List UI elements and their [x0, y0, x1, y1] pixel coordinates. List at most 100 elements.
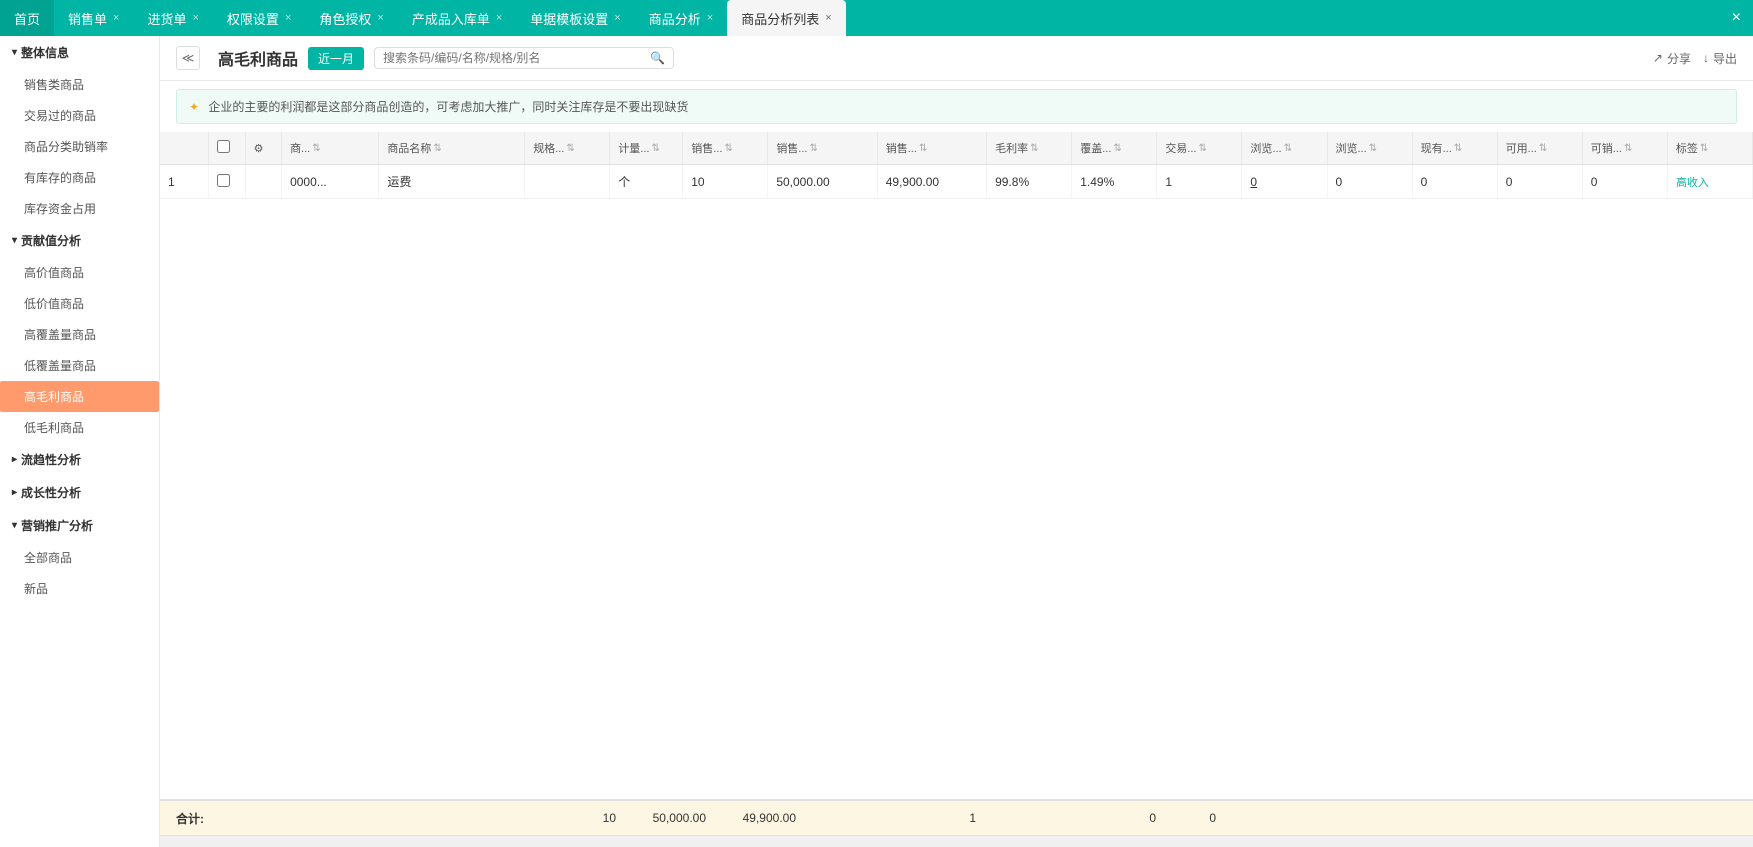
sidebar-group-label: 贡献值分析	[21, 232, 81, 249]
footer-transactions: 1	[924, 811, 984, 825]
collapse-sidebar-button[interactable]: ≪	[176, 46, 200, 70]
sort-icon-views2[interactable]: ⇅	[1369, 143, 1377, 154]
settings-icon[interactable]: ⚙	[254, 143, 264, 155]
col-header-checkbox[interactable]	[209, 132, 245, 165]
sort-icon-sales_profit[interactable]: ⇅	[919, 143, 927, 154]
footer-sales-profit: 49,900.00	[714, 811, 804, 825]
cell-views1[interactable]: 0	[1242, 165, 1327, 199]
table-row: 10000...运费个1050,000.0049,900.0099.8%1.49…	[160, 165, 1753, 199]
sidebar-group-营销推广分析[interactable]: ▾营销推广分析	[0, 509, 159, 542]
col-header-stock_available: 可用...⇅	[1497, 132, 1582, 165]
col-header-settings[interactable]: ⚙	[245, 132, 281, 165]
nav-close-icon[interactable]: ×	[377, 12, 383, 24]
sort-icon-spec[interactable]: ⇅	[566, 143, 574, 154]
table-container[interactable]: ⚙商...⇅商品名称⇅规格...⇅计量...⇅销售...⇅销售...⇅销售...…	[160, 132, 1753, 799]
sidebar-group-贡献值分析[interactable]: ▾贡献值分析	[0, 224, 159, 257]
nav-item-首页[interactable]: 首页	[0, 0, 54, 36]
sidebar-item-全部商品[interactable]: 全部商品	[0, 542, 159, 573]
sort-icon-name[interactable]: ⇅	[433, 143, 441, 154]
cell-tag: 高收入	[1667, 165, 1752, 199]
col-label-code: 商...	[290, 140, 310, 156]
col-header-spec: 规格...⇅	[525, 132, 610, 165]
sort-icon-sales_qty[interactable]: ⇅	[724, 143, 732, 154]
sidebar-group-成长性分析[interactable]: ▸成长性分析	[0, 476, 159, 509]
sort-icon-stock_saleable[interactable]: ⇅	[1624, 143, 1632, 154]
sidebar-group-label: 营销推广分析	[21, 517, 93, 534]
sidebar-group-整体信息[interactable]: ▾整体信息	[0, 36, 159, 69]
nav-item-商品分析列表[interactable]: 商品分析列表×	[727, 0, 845, 36]
nav-item-商品分析[interactable]: 商品分析×	[635, 0, 727, 36]
sort-icon-sales_amount[interactable]: ⇅	[809, 143, 817, 154]
col-label-coverage: 覆盖...	[1080, 140, 1111, 156]
sidebar-group-label: 整体信息	[21, 44, 69, 61]
sort-icon-coverage[interactable]: ⇅	[1113, 143, 1121, 154]
sidebar-item-有库存的商品[interactable]: 有库存的商品	[0, 162, 159, 193]
sort-icon-transactions[interactable]: ⇅	[1198, 143, 1206, 154]
col-label-views2: 浏览...	[1336, 140, 1367, 156]
sort-icon-gross_margin[interactable]: ⇅	[1030, 143, 1038, 154]
footer-stock-current: 0	[1104, 811, 1164, 825]
nav-item-进货单[interactable]: 进货单×	[133, 0, 212, 36]
select-all-checkbox[interactable]	[217, 140, 230, 153]
content-header: ≪ 高毛利商品 近一月 🔍 ↗ 分享 ↓ 导出	[160, 36, 1753, 81]
col-label-transactions: 交易...	[1165, 140, 1196, 156]
export-button[interactable]: ↓ 导出	[1703, 50, 1737, 67]
views-link[interactable]: 0	[1250, 175, 1257, 189]
sidebar-item-销售类商品[interactable]: 销售类商品	[0, 69, 159, 100]
row-checkbox[interactable]	[217, 174, 230, 187]
nav-close-icon[interactable]: ×	[496, 12, 502, 24]
sidebar-item-高覆盖量商品[interactable]: 高覆盖量商品	[0, 319, 159, 350]
sort-icon-code[interactable]: ⇅	[312, 143, 320, 154]
col-label-gross_margin: 毛利率	[995, 140, 1028, 156]
horizontal-scrollbar[interactable]	[160, 835, 1753, 847]
top-nav: 首页销售单×进货单×权限设置×角色授权×产成品入库单×单据模板设置×商品分析×商…	[0, 0, 1753, 36]
search-input[interactable]	[383, 51, 650, 65]
nav-item-销售单[interactable]: 销售单×	[54, 0, 133, 36]
col-header-sales_profit: 销售...⇅	[877, 132, 986, 165]
sidebar-item-低价值商品[interactable]: 低价值商品	[0, 288, 159, 319]
cell-name: 运费	[379, 165, 525, 199]
nav-close-icon[interactable]: ×	[285, 12, 291, 24]
footer-values: 10 50,000.00 49,900.00 1 0 0	[224, 811, 1737, 825]
col-label-spec: 规格...	[533, 140, 564, 156]
cell-views2: 0	[1327, 165, 1412, 199]
share-button[interactable]: ↗ 分享	[1653, 50, 1691, 67]
sidebar-item-高价值商品[interactable]: 高价值商品	[0, 257, 159, 288]
time-filter-button[interactable]: 近一月	[308, 47, 364, 70]
sidebar-item-高毛利商品[interactable]: 高毛利商品	[0, 381, 159, 412]
nav-item-产成品入库单[interactable]: 产成品入库单×	[398, 0, 516, 36]
close-all-button[interactable]: ×	[1720, 0, 1753, 36]
sort-icon-stock_available[interactable]: ⇅	[1539, 143, 1547, 154]
sidebar-group-流趋性分析[interactable]: ▸流趋性分析	[0, 443, 159, 476]
nav-close-icon[interactable]: ×	[614, 12, 620, 24]
nav-close-icon[interactable]: ×	[825, 12, 831, 24]
info-icon: ✦	[189, 100, 199, 114]
nav-close-icon[interactable]: ×	[113, 12, 119, 24]
sidebar-item-新品[interactable]: 新品	[0, 573, 159, 604]
sort-icon-views1[interactable]: ⇅	[1284, 143, 1292, 154]
nav-close-icon[interactable]: ×	[192, 12, 198, 24]
sidebar-item-低毛利商品[interactable]: 低毛利商品	[0, 412, 159, 443]
search-box: 🔍	[374, 47, 674, 69]
cell-sales_qty: 10	[683, 165, 768, 199]
sidebar-item-交易过的商品[interactable]: 交易过的商品	[0, 100, 159, 131]
nav-item-权限设置[interactable]: 权限设置×	[213, 0, 305, 36]
sidebar-group-arrow: ▸	[12, 487, 17, 498]
nav-close-icon[interactable]: ×	[707, 12, 713, 24]
sort-icon-tag[interactable]: ⇅	[1700, 143, 1708, 154]
nav-item-角色授权[interactable]: 角色授权×	[305, 0, 397, 36]
sort-icon-unit[interactable]: ⇅	[651, 143, 659, 154]
sort-icon-stock_current[interactable]: ⇅	[1454, 143, 1462, 154]
sidebar-item-低覆盖量商品[interactable]: 低覆盖量商品	[0, 350, 159, 381]
col-header-index	[160, 132, 209, 165]
content-area: ≪ 高毛利商品 近一月 🔍 ↗ 分享 ↓ 导出	[160, 36, 1753, 847]
footer-label: 合计:	[176, 810, 204, 827]
col-header-name: 商品名称⇅	[379, 132, 525, 165]
sidebar-item-商品分类助销率[interactable]: 商品分类助销率	[0, 131, 159, 162]
nav-item-单据模板设置[interactable]: 单据模板设置×	[516, 0, 634, 36]
col-label-sales_amount: 销售...	[776, 140, 807, 156]
sidebar-item-库存资金占用[interactable]: 库存资金占用	[0, 193, 159, 224]
search-icon[interactable]: 🔍	[650, 51, 665, 65]
page-title: 高毛利商品	[218, 46, 298, 70]
sidebar-group-arrow: ▸	[12, 454, 17, 465]
